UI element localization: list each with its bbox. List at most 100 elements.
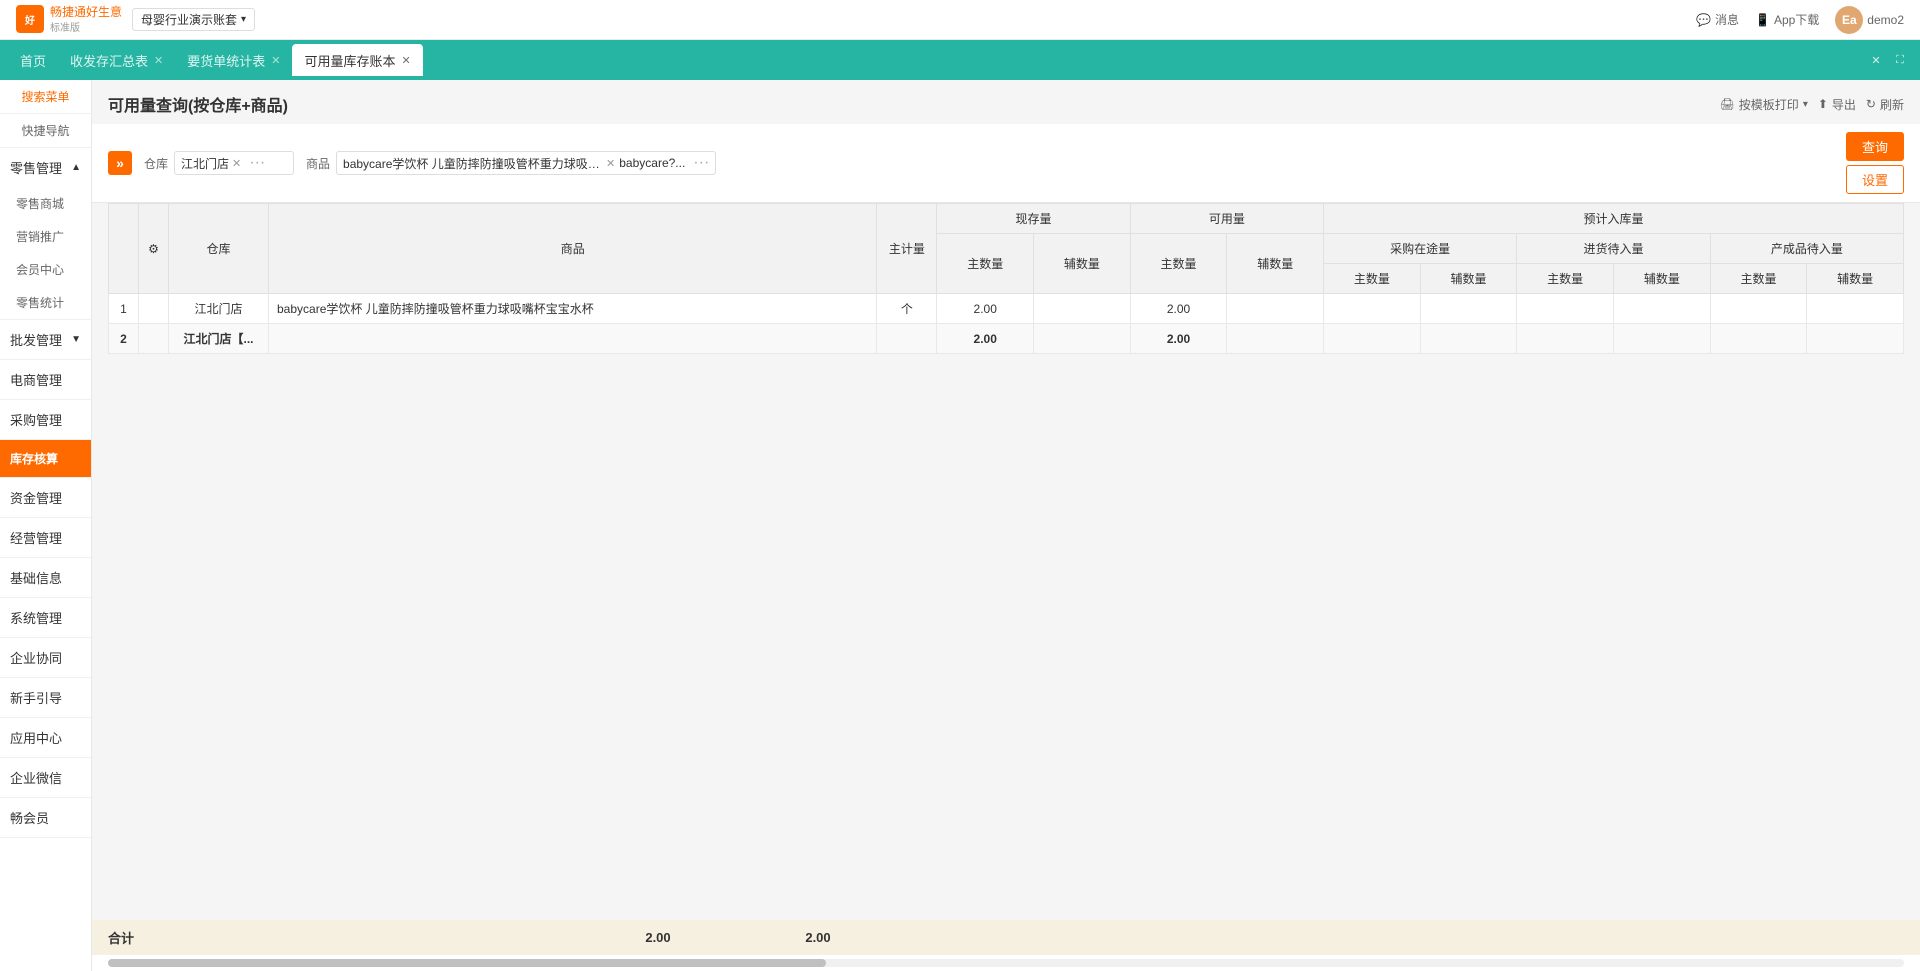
warehouse-tag-container[interactable]: 江北门店 ✕ ··· (174, 151, 294, 175)
app-download-action[interactable]: 📱 App下载 (1755, 11, 1819, 28)
tab-close-icon[interactable]: ✕ (271, 54, 280, 67)
sidebar-group-title-apps[interactable]: 应用中心 (0, 718, 91, 757)
tab-close-icon[interactable]: ✕ (402, 54, 411, 67)
col-current-main: 主数量 (937, 234, 1034, 294)
filter-bar: » 仓库 江北门店 ✕ ··· 商品 babycare学饮杯 儿童防摔防撞吸管杯… (92, 124, 1920, 203)
sidebar-group-retail: 零售管理 ▲ 零售商城 营销推广 会员中心 零售统计 (0, 148, 91, 320)
sidebar-group-inventory: 库存核算 (0, 440, 91, 478)
footer-available-main: 2.00 (778, 930, 858, 945)
sidebar-group-title-wechat[interactable]: 企业微信 (0, 758, 91, 797)
product-tag-container[interactable]: babycare学饮杯 儿童防摔防撞吸管杯重力球吸嘴杯宝宝水杯 ✕ babyca… (336, 151, 716, 175)
col-available-main: 主数量 (1130, 234, 1227, 294)
sidebar-group-base: 基础信息 (0, 558, 91, 598)
chevron-down-icon: ▾ (1803, 99, 1808, 110)
avatar: Ea (1835, 6, 1863, 34)
sidebar-group-title-wholesale[interactable]: 批发管理 ▼ (0, 320, 91, 359)
col-planned-in-group: 预计入库量 (1324, 204, 1904, 234)
col-current-stock-group: 现存量 (937, 204, 1130, 234)
col-available-aux: 辅数量 (1227, 234, 1324, 294)
page-title: 可用量查询(按仓库+商品) (108, 92, 288, 116)
sidebar-group-title-guide[interactable]: 新手引导 (0, 678, 91, 717)
filter-toggle-btn[interactable]: » (108, 151, 132, 175)
tab-close-icon[interactable]: ✕ (154, 54, 163, 67)
sidebar-group-title-enterprise[interactable]: 企业协同 (0, 638, 91, 677)
sidebar-group-purchase: 采购管理 (0, 400, 91, 440)
logo: 好 畅捷通好生意 标准版 (16, 5, 122, 34)
query-button[interactable]: 查询 (1846, 132, 1904, 161)
sidebar-item-member-center[interactable]: 会员中心 (0, 253, 91, 286)
cell-p-arrival-aux-2 (1614, 324, 1711, 354)
cell-current-main-2: 2.00 (937, 324, 1034, 354)
sidebar-group-title-finance[interactable]: 资金管理 (0, 478, 91, 517)
sidebar-group-guide: 新手引导 (0, 678, 91, 718)
cell-p-arrival-aux-1 (1614, 294, 1711, 324)
sidebar-item-marketing[interactable]: 营销推广 (0, 220, 91, 253)
settings-button[interactable]: 设置 (1846, 165, 1904, 194)
user-profile[interactable]: Ea demo2 (1835, 6, 1904, 34)
sidebar-item-inventory[interactable]: 库存核算 (0, 440, 91, 477)
table-row: 2 江北门店【... 2.00 2.00 (109, 324, 1904, 354)
maximize-window-icon[interactable]: ⛶ (1892, 52, 1908, 68)
export-btn[interactable]: ⬆ 导出 (1818, 96, 1856, 113)
col-purchase-arrival-main: 主数量 (1517, 264, 1614, 294)
page-header: 可用量查询(按仓库+商品) 🖨 按模板打印 ▾ ⬆ 导出 ↻ 刷新 (92, 80, 1920, 124)
cell-avail-aux-1 (1227, 294, 1324, 324)
cell-settings-2[interactable] (139, 324, 169, 354)
tab-available-inventory[interactable]: 可用量库存账本 ✕ (292, 44, 422, 76)
top-bar-right: 💬 消息 📱 App下载 Ea demo2 (1696, 6, 1904, 34)
sidebar-group-wholesale: 批发管理 ▼ (0, 320, 91, 360)
tab-order-stats[interactable]: 要货单统计表 ✕ (175, 44, 292, 76)
logo-sub: 标准版 (50, 19, 122, 34)
top-bar-left: 好 畅捷通好生意 标准版 母婴行业演示账套 ▾ (16, 5, 255, 34)
sidebar-group-title-retail[interactable]: 零售管理 ▲ (0, 148, 91, 187)
sidebar-group-title-ecommerce[interactable]: 电商管理 (0, 360, 91, 399)
col-purchase-arrival-group: 进货待入量 (1517, 234, 1710, 264)
sidebar-group-title-system[interactable]: 系统管理 (0, 598, 91, 637)
window-controls: ✕ ⛶ (1856, 52, 1920, 68)
cell-index-2: 2 (109, 324, 139, 354)
table-container: ⚙ 仓库 商品 主计量 现存量 可用量 预计入库量 主数量 辅数量 主数量 辅数… (92, 203, 1920, 920)
col-purchase-transit-main: 主数量 (1324, 264, 1421, 294)
col-settings[interactable]: ⚙ (139, 204, 169, 294)
print-template-btn[interactable]: 🖨 按模板打印 ▾ (1720, 96, 1808, 113)
cell-p-transit-aux-2 (1420, 324, 1517, 354)
phone-icon: 📱 (1755, 13, 1770, 27)
cell-settings-1[interactable] (139, 294, 169, 324)
main-layout: 搜索菜单 快捷导航 零售管理 ▲ 零售商城 营销推广 会员中心 零售统计 批发管… (0, 80, 1920, 971)
industry-selector[interactable]: 母婴行业演示账套 ▾ (132, 8, 255, 31)
col-main-unit: 主计量 (877, 204, 937, 294)
sidebar-group-title-operations[interactable]: 经营管理 (0, 518, 91, 557)
sidebar-group-title-purchase[interactable]: 采购管理 (0, 400, 91, 439)
sidebar-group-title-base[interactable]: 基础信息 (0, 558, 91, 597)
close-window-icon[interactable]: ✕ (1868, 52, 1884, 68)
tab-bar: 首页 收发存汇总表 ✕ 要货单统计表 ✕ 可用量库存账本 ✕ ✕ ⛶ (0, 40, 1920, 80)
sidebar-group-title-member[interactable]: 畅会员 (0, 798, 91, 837)
col-product-arrival-aux: 辅数量 (1807, 264, 1904, 294)
product-tag1-close-icon[interactable]: ✕ (606, 157, 615, 170)
message-action[interactable]: 💬 消息 (1696, 11, 1739, 28)
warehouse-tag-close-icon[interactable]: ✕ (232, 157, 241, 170)
cell-p-transit-main-2 (1324, 324, 1421, 354)
cell-prod-main-1 (1710, 294, 1807, 324)
refresh-btn[interactable]: ↻ 刷新 (1866, 96, 1904, 113)
cell-avail-main-2: 2.00 (1130, 324, 1227, 354)
cell-current-aux-1 (1034, 294, 1131, 324)
sidebar-item-retail-store[interactable]: 零售商城 (0, 187, 91, 220)
col-product: 商品 (269, 204, 877, 294)
warehouse-more-icon[interactable]: ··· (249, 154, 265, 172)
sidebar-group-ecommerce: 电商管理 (0, 360, 91, 400)
export-icon: ⬆ (1818, 97, 1828, 111)
scroll-bar-area[interactable] (92, 955, 1920, 971)
product-more-icon[interactable]: ··· (693, 154, 709, 172)
sidebar-group-apps: 应用中心 (0, 718, 91, 758)
tab-home[interactable]: 首页 (8, 44, 58, 76)
sidebar-group-operations: 经营管理 (0, 518, 91, 558)
sidebar-quick-nav[interactable]: 快捷导航 (0, 114, 91, 148)
sidebar-item-retail-stats[interactable]: 零售统计 (0, 286, 91, 319)
filter-action-buttons: 查询 设置 (1846, 132, 1904, 194)
tab-receivable-summary[interactable]: 收发存汇总表 ✕ (58, 44, 175, 76)
sidebar-search[interactable]: 搜索菜单 (0, 80, 91, 114)
sidebar-group-system: 系统管理 (0, 598, 91, 638)
scroll-thumb[interactable] (108, 959, 826, 967)
scroll-track[interactable] (108, 959, 1904, 967)
